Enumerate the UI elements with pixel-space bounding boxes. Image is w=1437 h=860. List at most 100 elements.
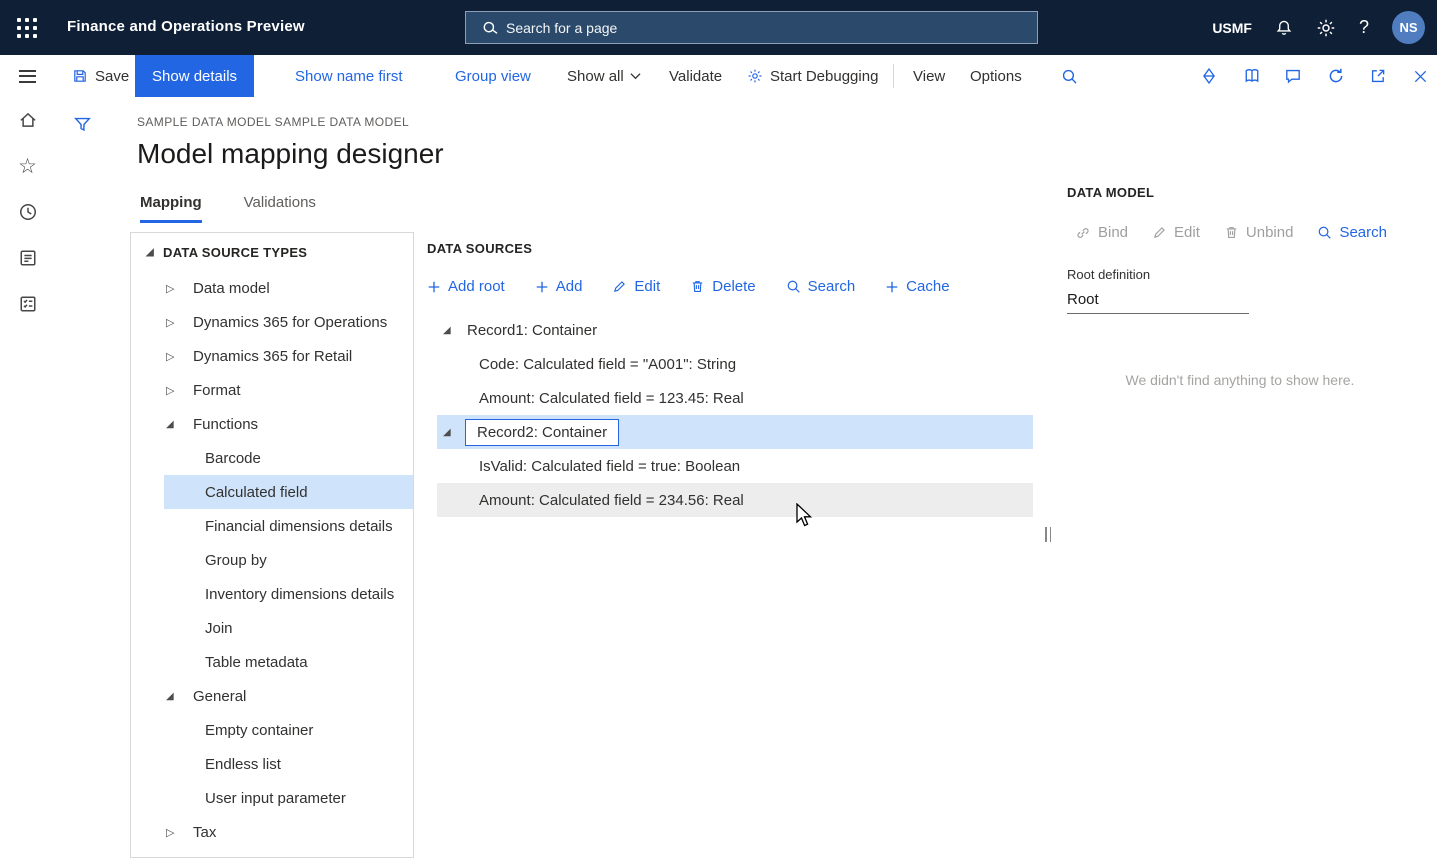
find-button[interactable] xyxy=(1061,55,1078,97)
plus-icon xyxy=(427,280,441,294)
forms-nav-button[interactable] xyxy=(0,235,55,281)
app-title: Finance and Operations Preview xyxy=(67,18,305,35)
refresh-button[interactable] xyxy=(1327,55,1345,97)
field-row-code[interactable]: Code: Calculated field = "A001": String xyxy=(437,347,1033,381)
toolbar-divider xyxy=(893,64,894,88)
field-row-amount-record2[interactable]: Amount: Calculated field = 234.56: Real xyxy=(437,483,1033,517)
data-model-panel: DATA MODEL Bind Edit Unbind Search Root … xyxy=(1067,185,1413,388)
open-in-new-window-button[interactable] xyxy=(1369,55,1387,97)
chevron-expanded-icon[interactable]: ◢ xyxy=(443,325,467,336)
tree-item-format[interactable]: ▷ Format xyxy=(131,373,413,407)
page-search-box[interactable] xyxy=(465,11,1038,44)
add-button[interactable]: Add xyxy=(535,278,583,295)
group-view-button[interactable]: Group view xyxy=(455,55,531,97)
page-title: Model mapping designer xyxy=(137,138,444,170)
home-nav-button[interactable] xyxy=(0,97,55,143)
top-navigation-bar: Finance and Operations Preview USMF ? NS xyxy=(0,0,1437,55)
save-button[interactable]: Save xyxy=(72,55,129,97)
open-in-new-window-icon xyxy=(1369,67,1387,85)
form-icon xyxy=(18,248,38,268)
chevron-collapsed-icon[interactable]: ▷ xyxy=(166,316,193,329)
show-name-first-button[interactable]: Show name first xyxy=(295,55,403,97)
chevron-collapsed-icon[interactable]: ▷ xyxy=(166,350,193,363)
task-guide-button[interactable] xyxy=(1243,55,1261,97)
tree-item-record2[interactable]: ◢ Record2: Container xyxy=(437,415,1033,449)
tree-item-record1[interactable]: ◢ Record1: Container xyxy=(437,313,1033,347)
tree-item-data-model[interactable]: ▷ Data model xyxy=(131,271,413,305)
filter-funnel-icon[interactable] xyxy=(73,115,110,134)
tab-validations[interactable]: Validations xyxy=(244,194,316,223)
search-button[interactable]: Search xyxy=(786,278,856,295)
tree-item-table-metadata[interactable]: Table metadata xyxy=(131,645,413,679)
unbind-button[interactable]: Unbind xyxy=(1224,224,1294,241)
add-root-button[interactable]: Add root xyxy=(427,278,505,295)
favorites-nav-button[interactable]: ☆ xyxy=(0,143,55,189)
delete-button[interactable]: Delete xyxy=(690,278,755,295)
chevron-collapsed-icon[interactable]: ▷ xyxy=(166,282,193,295)
show-details-button[interactable]: Show details xyxy=(135,55,254,97)
home-icon xyxy=(18,110,38,130)
notifications-bell-icon[interactable] xyxy=(1275,19,1293,37)
tree-item-calculated-field[interactable]: Calculated field xyxy=(164,475,413,509)
debug-icon xyxy=(747,68,763,84)
chevron-collapsed-icon[interactable]: ▷ xyxy=(166,384,193,397)
clock-icon xyxy=(18,202,38,222)
view-menu-button[interactable]: View xyxy=(913,55,945,97)
tree-item-group-by[interactable]: Group by xyxy=(131,543,413,577)
show-all-dropdown[interactable]: Show all xyxy=(567,55,641,97)
link-icon xyxy=(1075,225,1091,241)
record2-name-box[interactable]: Record2: Container xyxy=(465,419,619,446)
data-source-types-header[interactable]: ◢ DATA SOURCE TYPES xyxy=(131,233,413,271)
tree-item-tax[interactable]: ▷ Tax xyxy=(131,815,413,849)
tree-item-financial-dimensions-details[interactable]: Financial dimensions details xyxy=(131,509,413,543)
search-icon xyxy=(1317,225,1332,240)
chevron-expanded-icon[interactable]: ◢ xyxy=(146,247,163,258)
chevron-expanded-icon[interactable]: ◢ xyxy=(166,691,193,702)
tree-item-empty-container[interactable]: Empty container xyxy=(131,713,413,747)
options-menu-button[interactable]: Options xyxy=(970,55,1022,97)
tree-item-endless-list[interactable]: Endless list xyxy=(131,747,413,781)
page-search-input[interactable] xyxy=(506,20,1027,36)
tab-mapping[interactable]: Mapping xyxy=(140,194,202,223)
start-debugging-button[interactable]: Start Debugging xyxy=(747,55,878,97)
tree-item-inventory-dimensions-details[interactable]: Inventory dimensions details xyxy=(131,577,413,611)
edit-button[interactable]: Edit xyxy=(1152,224,1200,241)
search-button[interactable]: Search xyxy=(1317,224,1387,241)
tree-item-barcode[interactable]: Barcode xyxy=(131,441,413,475)
recent-nav-button[interactable] xyxy=(0,189,55,235)
tree-item-general[interactable]: ◢ General xyxy=(131,679,413,713)
tree-item-functions[interactable]: ◢ Functions xyxy=(131,407,413,441)
search-icon xyxy=(1061,68,1078,85)
data-source-types-panel: ◢ DATA SOURCE TYPES ▷ Data model ▷ Dynam… xyxy=(130,232,414,858)
bind-button[interactable]: Bind xyxy=(1075,224,1128,241)
insights-button[interactable] xyxy=(1200,55,1218,97)
field-row-isvalid[interactable]: IsValid: Calculated field = true: Boolea… xyxy=(437,449,1033,483)
panel-resize-handle[interactable] xyxy=(1045,527,1051,542)
tree-item-user-input-parameter[interactable]: User input parameter xyxy=(131,781,413,815)
data-model-toolbar: Bind Edit Unbind Search xyxy=(1067,224,1413,241)
tree-item-join[interactable]: Join xyxy=(131,611,413,645)
left-navigation-rail: ☆ xyxy=(0,55,55,860)
chevron-expanded-icon[interactable]: ◢ xyxy=(166,419,193,430)
task-list-nav-button[interactable] xyxy=(0,281,55,327)
data-sources-toolbar: Add root Add Edit Delete Search Cache xyxy=(427,278,1037,295)
app-launcher-icon[interactable] xyxy=(17,18,37,38)
user-avatar[interactable]: NS xyxy=(1392,11,1425,44)
hamburger-menu-button[interactable] xyxy=(0,55,55,97)
chevron-down-icon xyxy=(630,72,641,80)
save-icon xyxy=(72,68,88,84)
edit-button[interactable]: Edit xyxy=(612,278,660,295)
tree-item-dynamics-365-for-retail[interactable]: ▷ Dynamics 365 for Retail xyxy=(131,339,413,373)
settings-gear-icon[interactable] xyxy=(1316,18,1336,38)
tree-item-dynamics-365-for-operations[interactable]: ▷ Dynamics 365 for Operations xyxy=(131,305,413,339)
chevron-collapsed-icon[interactable]: ▷ xyxy=(166,826,193,839)
validate-button[interactable]: Validate xyxy=(669,55,722,97)
chevron-expanded-icon[interactable]: ◢ xyxy=(443,427,467,438)
root-definition-field[interactable]: Root xyxy=(1067,291,1249,314)
cache-button[interactable]: Cache xyxy=(885,278,949,295)
close-button[interactable] xyxy=(1413,55,1428,97)
help-icon[interactable]: ? xyxy=(1359,17,1369,38)
field-row-amount-record1[interactable]: Amount: Calculated field = 123.45: Real xyxy=(437,381,1033,415)
tab-strip: Mapping Validations xyxy=(140,194,316,223)
company-selector[interactable]: USMF xyxy=(1212,20,1252,36)
